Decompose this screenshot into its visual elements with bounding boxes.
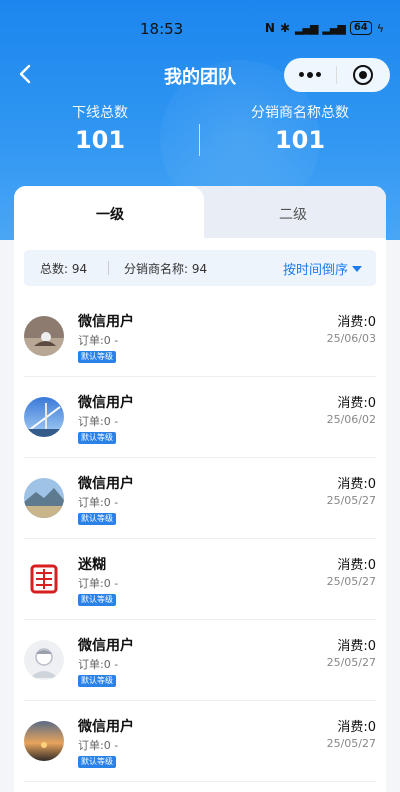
stat-value: 101: [274, 126, 326, 154]
member-name: 微信用户: [78, 476, 134, 492]
member-date: 25/06/03: [326, 332, 376, 345]
avatar: [24, 721, 64, 761]
member-name: 微信用户: [78, 719, 134, 735]
list-item[interactable]: 微信用户 订单:0 - 默认等级 消费:0 25/06/02: [24, 377, 376, 458]
level-badge: 默认等级: [78, 594, 116, 606]
caret-down-icon: [352, 265, 362, 272]
total-count: 总数: 94: [40, 262, 88, 276]
avatar: [24, 559, 64, 599]
tab-level-1[interactable]: 一级: [96, 204, 124, 224]
list-item[interactable]: 微信用户 订单:0 - 默认等级 消费:0 25/05/27: [24, 620, 376, 701]
avatar: [24, 316, 64, 356]
charging-icon: ϟ: [376, 21, 384, 35]
member-date: 25/05/27: [326, 494, 376, 507]
battery-icon: 64: [349, 21, 372, 35]
more-button[interactable]: [284, 58, 336, 92]
member-name: 微信用户: [78, 638, 134, 654]
status-bar: 18:53 N ✱ ▂▄▆ ▂▄▆ 64 ϟ: [0, 0, 400, 58]
member-orders: 订单:0 -: [78, 415, 119, 428]
status-icons: N ✱ ▂▄▆ ▂▄▆ 64 ϟ: [265, 21, 384, 35]
member-date: 25/05/27: [326, 575, 376, 588]
stat-downline-total: 下线总数 101: [0, 102, 200, 154]
level-tabs: 一级 二级: [14, 186, 386, 242]
status-time: 18:53: [140, 20, 184, 38]
member-orders: 订单:0 -: [78, 334, 119, 347]
member-name: 微信用户: [78, 395, 134, 411]
nav-bar: 我的团队: [0, 58, 400, 92]
signal-icon-2: ▂▄▆: [322, 21, 345, 35]
member-date: 25/06/02: [326, 413, 376, 426]
level-badge: 默认等级: [78, 351, 116, 363]
signal-icon: ▂▄▆: [295, 21, 318, 35]
avatar: [24, 397, 64, 437]
member-spend: 消费:0: [337, 315, 376, 330]
stat-distributor-total: 分销商名称总数 101: [200, 102, 400, 154]
summary-bar: 总数: 94 分销商名称: 94 按时间倒序: [24, 250, 376, 286]
member-spend: 消费:0: [337, 396, 376, 411]
level-badge: 默认等级: [78, 513, 116, 525]
more-dots-icon: [299, 72, 321, 78]
close-button[interactable]: [337, 58, 389, 92]
member-date: 25/05/27: [326, 656, 376, 669]
distributor-count: 分销商名称: 94: [124, 262, 208, 276]
summary-divider: [108, 261, 109, 275]
bluetooth-icon: ✱: [279, 21, 291, 35]
member-orders: 订单:0 -: [78, 496, 119, 509]
member-list: 微信用户 订单:0 - 默认等级 消费:0 25/06/03 微信用户 订单:0…: [24, 296, 376, 782]
member-spend: 消费:0: [337, 720, 376, 735]
nfc-icon: N: [264, 21, 275, 35]
team-card: 一级 二级 总数: 94 分销商名称: 94 按时间倒序 微信用户 订单:0 -…: [14, 186, 386, 792]
level-badge: 默认等级: [78, 756, 116, 768]
stat-label: 下线总数: [72, 105, 128, 121]
member-name: 迷糊: [78, 557, 106, 573]
member-orders: 订单:0 -: [78, 577, 119, 590]
sort-button[interactable]: 按时间倒序: [283, 259, 362, 278]
level-badge: 默认等级: [78, 675, 116, 687]
team-stats: 下线总数 101 分销商名称总数 101: [0, 102, 400, 162]
list-item[interactable]: 微信用户 订单:0 - 默认等级 消费:0 25/05/27: [24, 701, 376, 782]
member-spend: 消费:0: [337, 558, 376, 573]
member-date: 25/05/27: [326, 737, 376, 750]
member-spend: 消费:0: [337, 639, 376, 654]
list-item[interactable]: 微信用户 订单:0 - 默认等级 消费:0 25/06/03: [24, 296, 376, 377]
target-icon: [353, 65, 373, 85]
stat-value: 101: [74, 126, 126, 154]
level-badge: 默认等级: [78, 432, 116, 444]
list-item[interactable]: 微信用户 订单:0 - 默认等级 消费:0 25/05/27: [24, 458, 376, 539]
avatar: [24, 478, 64, 518]
mini-program-capsule: [284, 58, 390, 92]
list-item[interactable]: 迷糊 订单:0 - 默认等级 消费:0 25/05/27: [24, 539, 376, 620]
avatar: [24, 640, 64, 680]
tab-level-2[interactable]: 二级: [279, 204, 307, 224]
sort-label: 按时间倒序: [282, 263, 348, 278]
member-orders: 订单:0 -: [78, 739, 119, 752]
member-orders: 订单:0 -: [78, 658, 119, 671]
stat-label: 分销商名称总数: [251, 105, 349, 121]
member-name: 微信用户: [78, 314, 134, 330]
member-spend: 消费:0: [337, 477, 376, 492]
